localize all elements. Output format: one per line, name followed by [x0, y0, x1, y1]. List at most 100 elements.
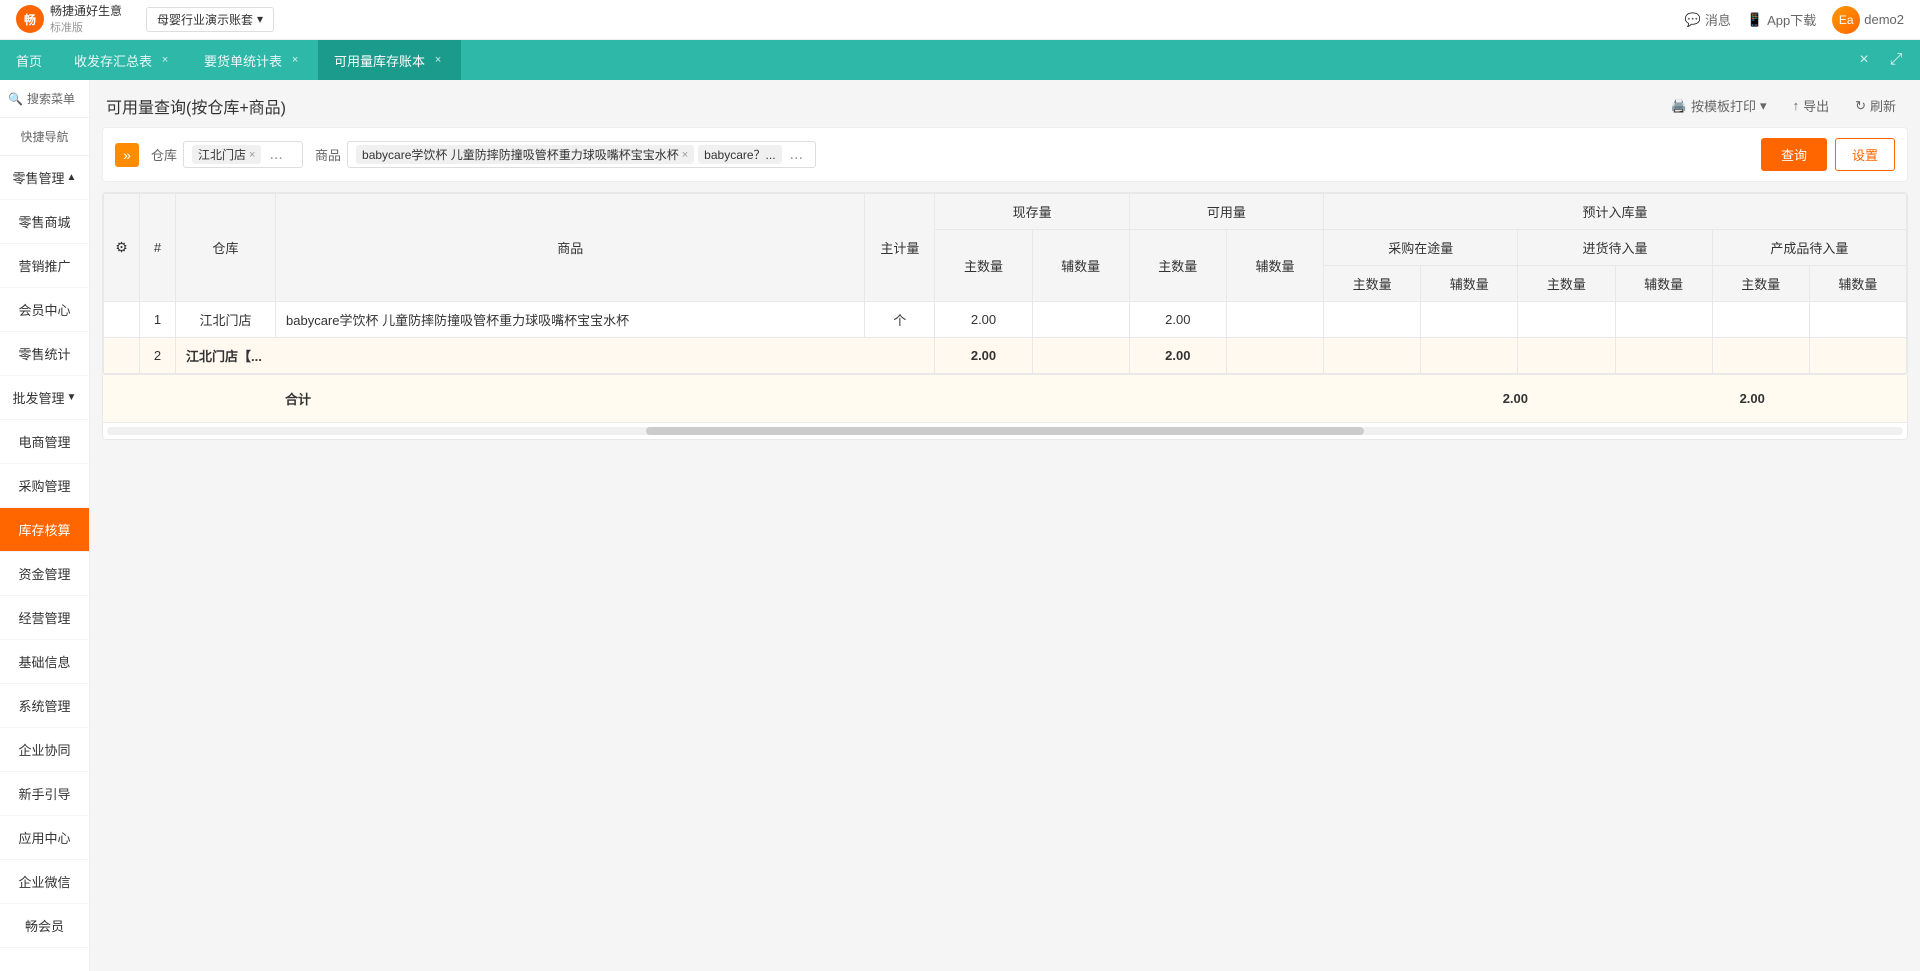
sidebar-quick-nav[interactable]: 快捷导航: [0, 118, 89, 156]
window-close-btn[interactable]: ×: [1852, 48, 1876, 72]
quick-nav-label: 快捷导航: [20, 130, 68, 144]
row-product-waiting-sub: [1809, 302, 1906, 338]
footer-avail-main: 2.00: [1670, 383, 1834, 414]
layout: 🔍 搜索菜单 快捷导航 零售管理 ▲ 零售商城 营销推广 会员中心 零售统计 批…: [0, 80, 1920, 971]
sidebar-item-purchase[interactable]: 采购管理: [0, 464, 89, 508]
tab-stock-summary-label: 收发存汇总表: [74, 51, 152, 70]
warehouse-tag-remove[interactable]: ×: [249, 149, 255, 161]
tab-home-label: 首页: [16, 51, 42, 70]
template-label: 母婴行业演示账套: [157, 11, 253, 28]
chevron-down-icon: ▲: [67, 172, 77, 183]
subtotal-row: 2 江北门店【... 2.00 2.00: [104, 338, 1907, 374]
th-gear[interactable]: ⚙: [104, 194, 140, 302]
warehouse-filter-input[interactable]: 江北门店 × ...: [183, 141, 303, 168]
retail-mall-label: 零售商城: [18, 215, 70, 230]
th-goods-waiting-sub: 辅数量: [1615, 266, 1712, 302]
sidebar-search[interactable]: 🔍 搜索菜单: [0, 80, 89, 118]
product-filter-input[interactable]: babycare学饮杯 儿童防摔防撞吸管杯重力球吸嘴杯宝宝水杯 × babyca…: [347, 141, 816, 168]
th-stock-group: 现存量: [935, 194, 1129, 230]
sidebar-item-wechat[interactable]: 企业微信: [0, 860, 89, 904]
th-available-group: 可用量: [1129, 194, 1323, 230]
warehouse-tag: 江北门店 ×: [192, 145, 261, 164]
sidebar-item-retail-mgmt[interactable]: 零售管理 ▲: [0, 156, 89, 200]
th-product-waiting-main: 主数量: [1712, 266, 1809, 302]
th-avail-main: 主数量: [1129, 230, 1226, 302]
query-btn[interactable]: 查询: [1761, 138, 1827, 171]
sidebar-item-vip[interactable]: 畅会员: [0, 904, 89, 948]
tab-stock-summary[interactable]: 收发存汇总表 ×: [58, 40, 188, 80]
sidebar-item-inventory[interactable]: 库存核算: [0, 508, 89, 552]
sidebar-item-ecommerce[interactable]: 电商管理: [0, 420, 89, 464]
footer-stock-main: 2.00: [1433, 383, 1597, 414]
page-title: 可用量查询(按仓库+商品): [106, 94, 286, 118]
subtotal-goods-waiting-main: [1518, 338, 1615, 374]
subtotal-index: 2: [140, 338, 176, 374]
product-tag-1-remove[interactable]: ×: [682, 149, 688, 161]
retail-mgmt-label: 零售管理: [13, 168, 65, 187]
sidebar-item-retail-stats[interactable]: 零售统计: [0, 332, 89, 376]
sidebar-item-finance[interactable]: 资金管理: [0, 552, 89, 596]
row-avail-sub: [1226, 302, 1323, 338]
sidebar-item-basic-info[interactable]: 基础信息: [0, 640, 89, 684]
filter-warehouse-group: 仓库 江北门店 × ...: [151, 141, 303, 168]
tutorial-label: 新手引导: [18, 787, 70, 802]
product-more-btn[interactable]: ...: [786, 146, 807, 164]
enterprise-label: 企业协同: [18, 743, 70, 758]
page-actions: 🖨️ 按模板打印 ▾ ↑ 导出 ↻ 刷新: [1663, 92, 1904, 119]
tab-available-stock-label: 可用量库存账本: [334, 51, 425, 70]
sidebar-item-member[interactable]: 会员中心: [0, 288, 89, 332]
sidebar-item-enterprise[interactable]: 企业协同: [0, 728, 89, 772]
row-warehouse: 江北门店: [176, 302, 276, 338]
retail-stats-label: 零售统计: [18, 347, 70, 362]
search-label: 搜索菜单: [27, 90, 75, 107]
settings-btn[interactable]: 设置: [1835, 138, 1895, 171]
search-icon: 🔍: [8, 92, 23, 106]
user-name: demo2: [1864, 12, 1904, 27]
subtotal-stock-sub: [1032, 338, 1129, 374]
message-btn[interactable]: 💬 消息: [1685, 10, 1731, 29]
print-btn[interactable]: 🖨️ 按模板打印 ▾: [1663, 92, 1775, 119]
export-btn[interactable]: ↑ 导出: [1785, 92, 1838, 119]
sidebar-item-system[interactable]: 系统管理: [0, 684, 89, 728]
row-product: babycare学饮杯 儿童防摔防撞吸管杯重力球吸嘴杯宝宝水杯: [276, 302, 865, 338]
sidebar: 🔍 搜索菜单 快捷导航 零售管理 ▲ 零售商城 营销推广 会员中心 零售统计 批…: [0, 80, 90, 971]
tab-stock-summary-close[interactable]: ×: [158, 53, 172, 67]
tab-order-stats-close[interactable]: ×: [288, 53, 302, 67]
filter-expand-btn[interactable]: »: [115, 143, 139, 167]
tab-home[interactable]: 首页: [0, 40, 58, 80]
subtotal-purchase-transit-sub: [1421, 338, 1518, 374]
horizontal-scrollbar[interactable]: [102, 423, 1908, 440]
refresh-btn[interactable]: ↻ 刷新: [1847, 92, 1904, 119]
filter-area: » 仓库 江北门店 × ... 商品 babycare学饮杯 儿童防摔防撞吸管杯…: [102, 127, 1908, 182]
logo-text: 畅捷通好生意: [50, 4, 122, 18]
row-unit: 个: [865, 302, 935, 338]
tab-available-stock-close[interactable]: ×: [431, 53, 445, 67]
operations-label: 经营管理: [18, 611, 70, 626]
refresh-label: 刷新: [1870, 96, 1896, 115]
print-arrow: ▾: [1760, 98, 1767, 114]
th-purchase-transit-group: 采购在途量: [1324, 230, 1518, 266]
tab-available-stock[interactable]: 可用量库存账本 ×: [318, 40, 461, 80]
top-bar: 畅 畅捷通好生意 标准版 母婴行业演示账套 ▾ 💬 消息 📱 App下载 Ea …: [0, 0, 1920, 40]
sidebar-item-retail-mall[interactable]: 零售商城: [0, 200, 89, 244]
sidebar-item-marketing[interactable]: 营销推广: [0, 244, 89, 288]
user-area[interactable]: Ea demo2: [1832, 6, 1904, 34]
sidebar-item-app-center[interactable]: 应用中心: [0, 816, 89, 860]
app-center-label: 应用中心: [18, 831, 70, 846]
window-restore-btn[interactable]: ⤢: [1884, 48, 1908, 72]
tab-order-stats[interactable]: 要货单统计表 ×: [188, 40, 318, 80]
logo-icon: 畅: [16, 5, 44, 33]
product-filter-label: 商品: [315, 145, 341, 164]
row-goods-waiting-sub: [1615, 302, 1712, 338]
subtotal-avail-sub: [1226, 338, 1323, 374]
app-download-btn[interactable]: 📱 App下载: [1747, 10, 1816, 29]
inventory-label: 库存核算: [18, 523, 70, 538]
warehouse-more-btn[interactable]: ...: [265, 146, 286, 164]
row-avail-main: 2.00: [1129, 302, 1226, 338]
template-selector[interactable]: 母婴行业演示账套 ▾: [146, 7, 274, 32]
th-incoming-group: 预计入库量: [1324, 194, 1907, 230]
sidebar-item-wholesale-mgmt[interactable]: 批发管理 ▼: [0, 376, 89, 420]
row-purchase-transit-main: [1324, 302, 1421, 338]
sidebar-item-tutorial[interactable]: 新手引导: [0, 772, 89, 816]
sidebar-item-operations[interactable]: 经营管理: [0, 596, 89, 640]
